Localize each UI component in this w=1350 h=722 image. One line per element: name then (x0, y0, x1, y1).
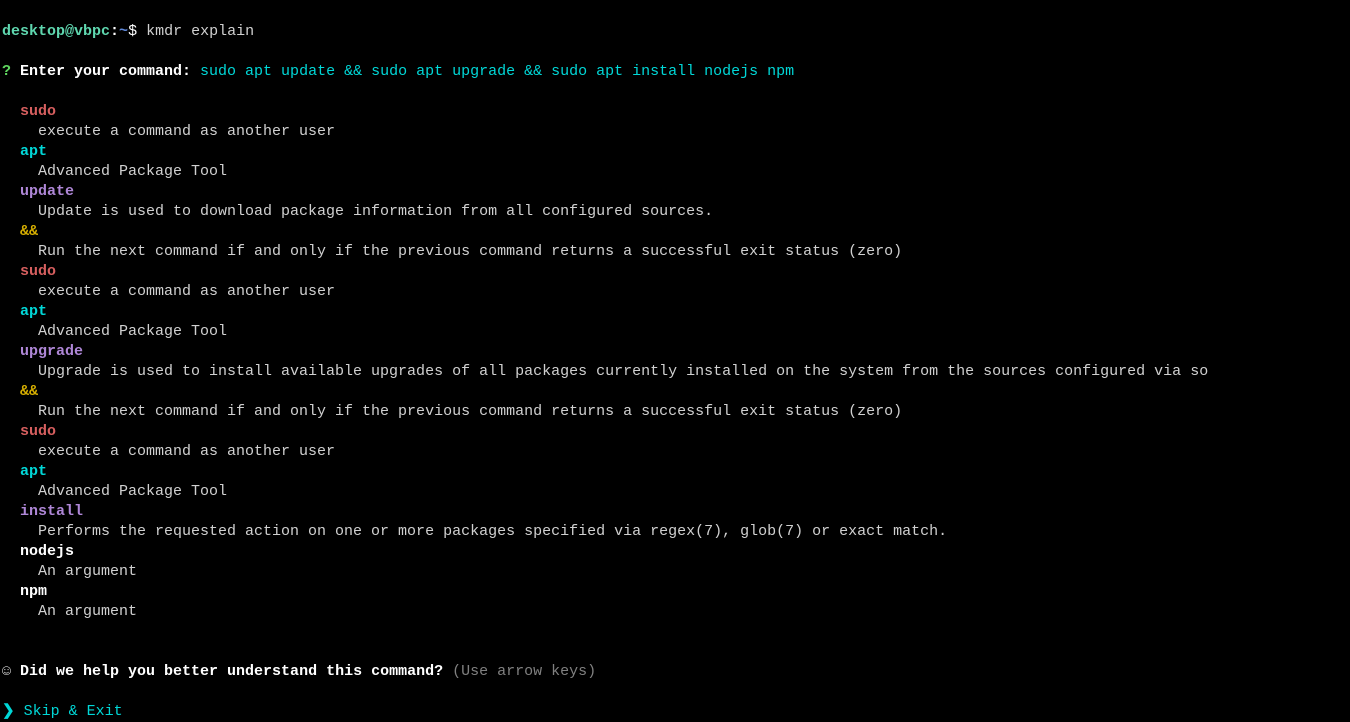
chevron-right-icon: ❯ (2, 703, 24, 720)
token-name: sudo (2, 102, 1348, 122)
explanation-block: sudoexecute a command as another userapt… (2, 102, 1348, 622)
blank-line (2, 82, 1348, 102)
token-name: update (2, 182, 1348, 202)
token-name: && (2, 222, 1348, 242)
blank-line (2, 622, 1348, 642)
input-prompt-line[interactable]: ? Enter your command: sudo apt update &&… (2, 42, 1348, 82)
token-description: Upgrade is used to install available upg… (2, 362, 1348, 382)
prompt-command: kmdr explain (146, 23, 254, 40)
token-name: upgrade (2, 342, 1348, 362)
token-description: execute a command as another user (2, 282, 1348, 302)
token-description: An argument (2, 602, 1348, 622)
prompt-colon: : (110, 23, 119, 40)
prompt-path: ~ (119, 23, 128, 40)
robot-icon: ☺ (2, 663, 11, 680)
token-name: apt (2, 142, 1348, 162)
token-name: install (2, 502, 1348, 522)
token-name: sudo (2, 422, 1348, 442)
token-description: Update is used to download package infor… (2, 202, 1348, 222)
token-description: Run the next command if and only if the … (2, 242, 1348, 262)
feedback-prompt-line: ☺ Did we help you better understand this… (2, 642, 1348, 682)
token-description: Advanced Package Tool (2, 162, 1348, 182)
token-ampamp: && (20, 383, 38, 400)
token-ampamp: && (20, 223, 38, 240)
token-apt: apt (20, 463, 47, 480)
token-description: execute a command as another user (2, 442, 1348, 462)
token-description: Advanced Package Tool (2, 482, 1348, 502)
feedback-question: Did we help you better understand this c… (11, 663, 452, 680)
token-name: sudo (2, 262, 1348, 282)
token-description: An argument (2, 562, 1348, 582)
shell-prompt-line: desktop@vbpc:~$ kmdr explain (2, 2, 1348, 42)
token-nodejs: nodejs (20, 543, 74, 560)
token-sudo: sudo (20, 423, 56, 440)
menu-option-skip-exit[interactable]: Skip & Exit (24, 703, 123, 720)
token-apt: apt (20, 143, 47, 160)
token-upgrade: upgrade (20, 343, 83, 360)
token-update: update (20, 183, 74, 200)
token-name: npm (2, 582, 1348, 602)
token-sudo: sudo (20, 103, 56, 120)
prompt-dollar: $ (128, 23, 146, 40)
token-description: Run the next command if and only if the … (2, 402, 1348, 422)
token-install: install (20, 503, 83, 520)
input-label: Enter your command: (11, 63, 200, 80)
feedback-hint: (Use arrow keys) (452, 663, 596, 680)
menu-selected-line[interactable]: ❯ Skip & Exit (2, 682, 1348, 722)
token-name: nodejs (2, 542, 1348, 562)
token-description: Advanced Package Tool (2, 322, 1348, 342)
input-value: sudo apt update && sudo apt upgrade && s… (200, 63, 794, 80)
question-mark-icon: ? (2, 63, 11, 80)
token-description: Performs the requested action on one or … (2, 522, 1348, 542)
token-name: apt (2, 462, 1348, 482)
token-apt: apt (20, 303, 47, 320)
prompt-userhost: desktop@vbpc (2, 23, 110, 40)
token-name: && (2, 382, 1348, 402)
token-sudo: sudo (20, 263, 56, 280)
token-description: execute a command as another user (2, 122, 1348, 142)
token-npm: npm (20, 583, 47, 600)
token-name: apt (2, 302, 1348, 322)
